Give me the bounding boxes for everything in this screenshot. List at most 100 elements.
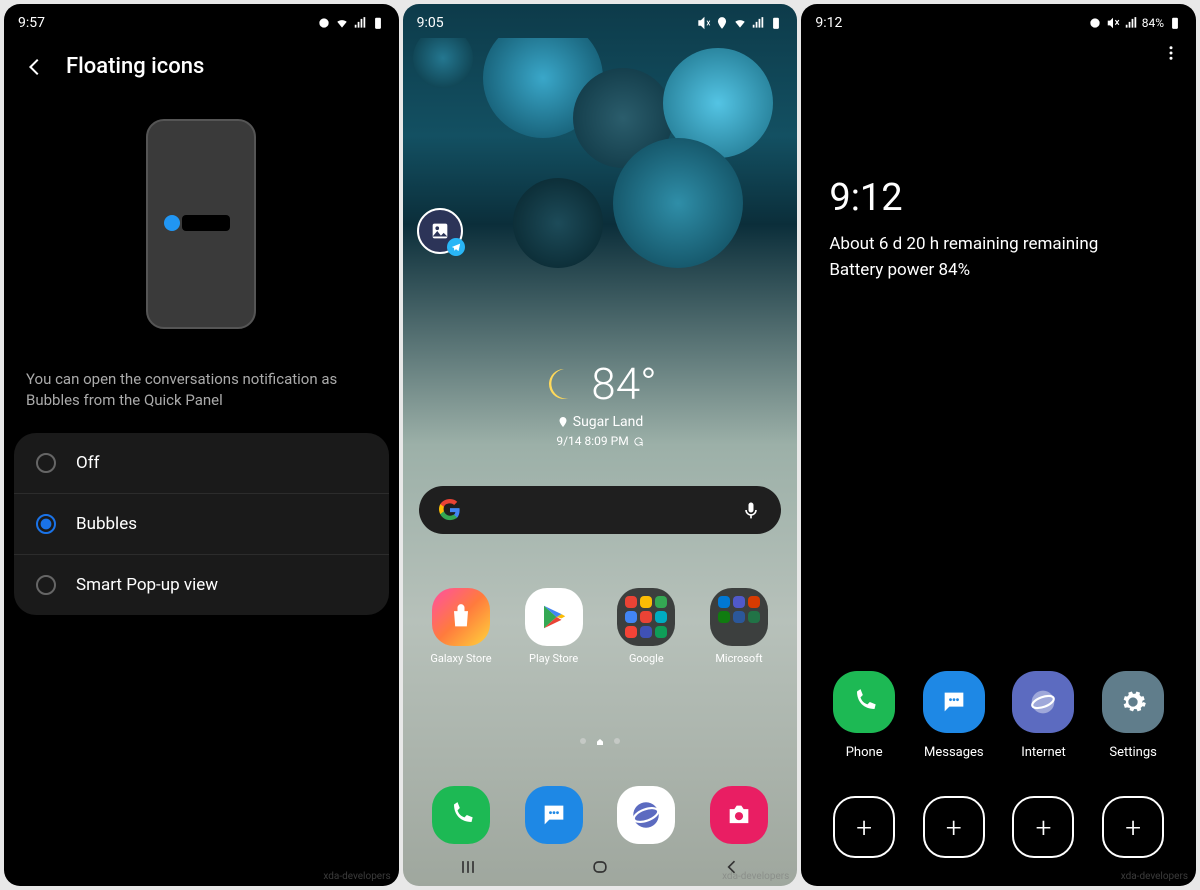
- home-dot-icon: [596, 738, 604, 746]
- screen-settings-floating-icons: 9:57 Floating icons You can open the con…: [4, 4, 399, 886]
- wifi-icon: [335, 16, 349, 30]
- google-search-bar[interactable]: [419, 486, 782, 534]
- status-icons: [317, 16, 385, 30]
- screen-home: 9:05 84°: [403, 4, 798, 886]
- option-label: Off: [76, 453, 100, 473]
- app-label: Phone: [846, 745, 883, 760]
- moon-icon: [543, 366, 579, 402]
- dock-phone[interactable]: [425, 786, 497, 844]
- status-bar: 9:05: [403, 4, 798, 38]
- battery-percent: 84%: [1142, 16, 1164, 30]
- refresh-icon: [633, 436, 644, 447]
- radio-bubbles[interactable]: [36, 514, 56, 534]
- battery-icon: [371, 16, 385, 30]
- more-menu-icon[interactable]: [1162, 44, 1180, 62]
- page-header: Floating icons: [4, 38, 399, 95]
- internet-icon: [617, 786, 675, 844]
- app-phone[interactable]: Phone: [828, 671, 900, 760]
- option-label: Bubbles: [76, 514, 137, 534]
- telegram-badge-icon: [447, 238, 465, 256]
- google-logo-icon: [439, 499, 461, 521]
- weather-widget[interactable]: 84° Sugar Land 9/14 8:09 PM: [403, 358, 798, 448]
- app-internet[interactable]: Internet: [1007, 671, 1079, 760]
- play-store-icon: [525, 588, 583, 646]
- status-bar: 9:12 84%: [801, 4, 1196, 38]
- add-shortcut-button[interactable]: +: [923, 796, 985, 858]
- watermark: xda-developers: [722, 871, 789, 882]
- status-bar: 9:57: [4, 4, 399, 38]
- battery-info: About 6 d 20 h remaining remaining Batte…: [801, 232, 1196, 283]
- plus-icon: +: [1036, 811, 1052, 844]
- add-shortcut-button[interactable]: +: [1012, 796, 1074, 858]
- bubble-graphic-bar: [182, 215, 230, 231]
- wifi-icon: [733, 16, 747, 30]
- settings-icon: [1102, 671, 1164, 733]
- floating-chat-bubble[interactable]: [417, 208, 463, 254]
- description-text: You can open the conversations notificat…: [4, 369, 399, 433]
- back-icon[interactable]: [24, 56, 46, 78]
- option-smart-popup[interactable]: Smart Pop-up view: [14, 555, 389, 615]
- page-title: Floating icons: [66, 54, 204, 79]
- battery-remaining: About 6 d 20 h remaining remaining: [829, 232, 1168, 258]
- app-label: Play Store: [529, 652, 578, 665]
- status-time: 9:57: [18, 15, 45, 31]
- screen-battery-shortcut: 9:12 84% 9:12 About 6 d 20 h remaining r…: [801, 4, 1196, 886]
- wallpaper-flowers: [403, 38, 798, 298]
- app-label: Internet: [1021, 745, 1066, 760]
- app-label: Microsoft: [715, 652, 762, 665]
- watermark: xda-developers: [1121, 871, 1188, 882]
- options-group: Off Bubbles Smart Pop-up view: [14, 433, 389, 615]
- folder-icon: [710, 588, 768, 646]
- phone-icon: [432, 786, 490, 844]
- battery-power: Battery power 84%: [829, 258, 1168, 284]
- option-off[interactable]: Off: [14, 433, 389, 494]
- app-messages[interactable]: Messages: [918, 671, 990, 760]
- watermark: xda-developers: [323, 871, 390, 882]
- add-shortcut-button[interactable]: +: [833, 796, 895, 858]
- radio-off[interactable]: [36, 453, 56, 473]
- app-label: Messages: [924, 745, 984, 760]
- nav-home-icon[interactable]: [590, 857, 610, 877]
- illustration: [4, 95, 399, 369]
- dock: [403, 786, 798, 844]
- nav-recents-icon[interactable]: [458, 857, 478, 877]
- signal-icon: [751, 16, 765, 30]
- pin-icon: [557, 416, 569, 428]
- page-indicator[interactable]: [403, 738, 798, 746]
- folder-microsoft[interactable]: Microsoft: [703, 588, 775, 665]
- mic-icon[interactable]: [741, 500, 761, 520]
- add-shortcut-row: + + + +: [801, 796, 1196, 858]
- weather-temp: 84°: [591, 358, 656, 410]
- folder-google[interactable]: Google: [610, 588, 682, 665]
- app-galaxy-store[interactable]: Galaxy Store: [425, 588, 497, 665]
- bubble-graphic-dot: [164, 215, 180, 231]
- alarm-icon: [317, 16, 331, 30]
- add-shortcut-button[interactable]: +: [1102, 796, 1164, 858]
- plus-icon: +: [946, 811, 962, 844]
- alarm-icon: [1088, 16, 1102, 30]
- dock-camera[interactable]: [703, 786, 775, 844]
- option-label: Smart Pop-up view: [76, 575, 218, 595]
- app-play-store[interactable]: Play Store: [518, 588, 590, 665]
- app-label: Settings: [1109, 745, 1156, 760]
- messages-icon: [923, 671, 985, 733]
- battery-icon: [769, 16, 783, 30]
- phone-outline-graphic: [146, 119, 256, 329]
- dock-internet[interactable]: [610, 786, 682, 844]
- status-icons: 84%: [1088, 16, 1182, 30]
- dock-messages[interactable]: [518, 786, 590, 844]
- option-bubbles[interactable]: Bubbles: [14, 494, 389, 555]
- app-settings[interactable]: Settings: [1097, 671, 1169, 760]
- status-icons: [697, 16, 783, 30]
- plus-icon: +: [856, 811, 872, 844]
- status-time: 9:12: [815, 15, 842, 31]
- status-time: 9:05: [417, 15, 444, 31]
- image-icon: [429, 220, 451, 242]
- app-label: Galaxy Store: [430, 652, 491, 665]
- apps-row: Phone Messages Internet Settings: [801, 671, 1196, 760]
- signal-icon: [353, 16, 367, 30]
- folder-icon: [617, 588, 675, 646]
- radio-smart[interactable]: [36, 575, 56, 595]
- signal-icon: [1124, 16, 1138, 30]
- battery-icon: [1168, 16, 1182, 30]
